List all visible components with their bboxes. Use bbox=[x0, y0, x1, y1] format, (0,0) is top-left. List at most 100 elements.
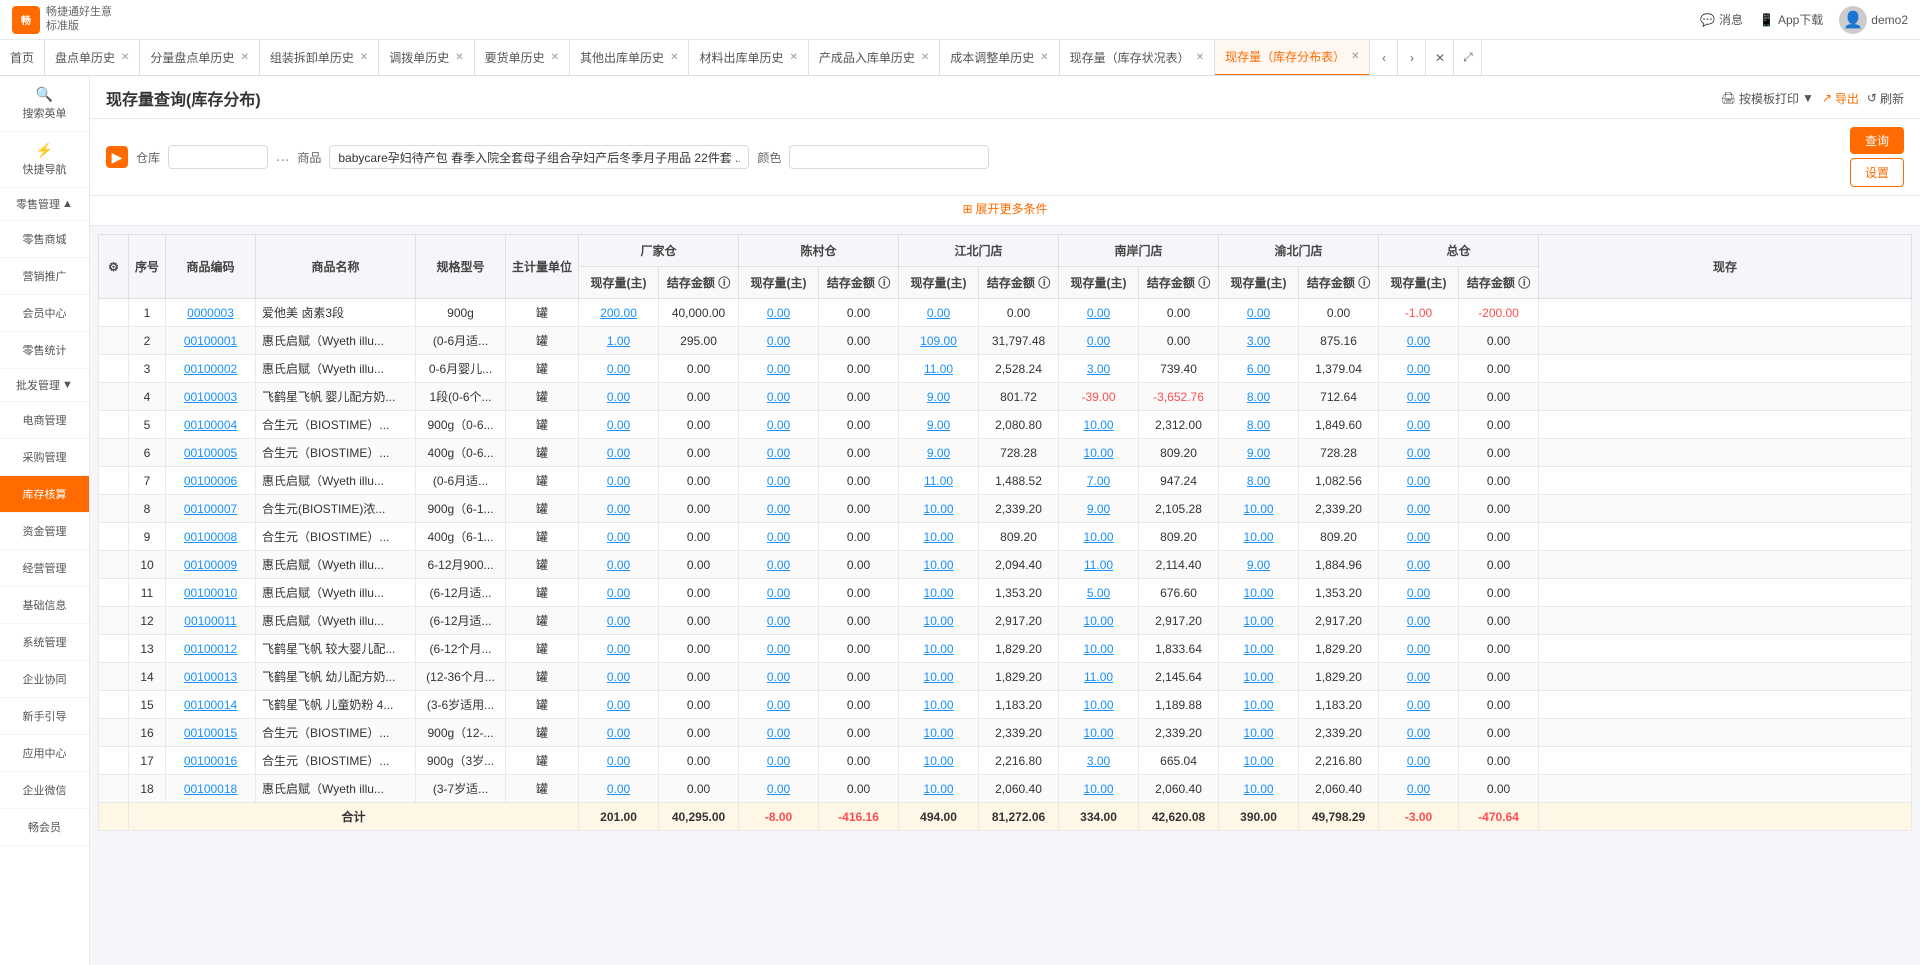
sidebar-item-shop[interactable]: 零售商城 bbox=[0, 221, 89, 258]
tab-7-close[interactable]: ✕ bbox=[789, 52, 797, 63]
sidebar-item-ecommerce[interactable]: 电商管理 bbox=[0, 402, 89, 439]
cell-cc-cun[interactable]: 0.00 bbox=[739, 495, 819, 523]
cell-z-cun[interactable]: 0.00 bbox=[1379, 467, 1459, 495]
tab-expand-btn[interactable]: ⤢ bbox=[1454, 40, 1482, 76]
cell-cc-cun[interactable]: 0.00 bbox=[739, 523, 819, 551]
cell-z-cun[interactable]: 0.00 bbox=[1379, 495, 1459, 523]
tab-9-close[interactable]: ✕ bbox=[1040, 52, 1048, 63]
cell-yb-cun[interactable]: 10.00 bbox=[1219, 719, 1299, 747]
tab-9[interactable]: 成本调整单历史 ✕ bbox=[940, 40, 1059, 76]
sidebar-item-collab[interactable]: 企业协同 bbox=[0, 661, 89, 698]
tab-5-close[interactable]: ✕ bbox=[551, 52, 559, 63]
cell-jb-cun[interactable]: 10.00 bbox=[899, 775, 979, 803]
sidebar-item-finance[interactable]: 资金管理 bbox=[0, 513, 89, 550]
cell-cf-cun[interactable]: 0.00 bbox=[579, 355, 659, 383]
cell-cf-cun[interactable]: 0.00 bbox=[579, 439, 659, 467]
print-btn[interactable]: 🖨 按模板打印 ▼ bbox=[1721, 90, 1814, 107]
cell-z-cun[interactable]: 0.00 bbox=[1379, 635, 1459, 663]
sidebar-item-system[interactable]: 系统管理 bbox=[0, 624, 89, 661]
cell-cc-cun[interactable]: 0.00 bbox=[739, 607, 819, 635]
sidebar-item-operations[interactable]: 经营管理 bbox=[0, 550, 89, 587]
cell-yb-cun[interactable]: 0.00 bbox=[1219, 299, 1299, 327]
tab-2-close[interactable]: ✕ bbox=[240, 52, 248, 63]
tab-1-close[interactable]: ✕ bbox=[121, 52, 129, 63]
cell-cf-cun[interactable]: 0.00 bbox=[579, 775, 659, 803]
cell-na-cun[interactable]: 10.00 bbox=[1059, 719, 1139, 747]
cell-cc-cun[interactable]: 0.00 bbox=[739, 635, 819, 663]
cell-jb-cun[interactable]: 10.00 bbox=[899, 719, 979, 747]
cell-jb-cun[interactable]: 109.00 bbox=[899, 327, 979, 355]
tab-11[interactable]: 现存量（库存分布表） ✕ bbox=[1215, 40, 1370, 76]
cell-jb-cun[interactable]: 10.00 bbox=[899, 747, 979, 775]
cell-cf-cun[interactable]: 0.00 bbox=[579, 411, 659, 439]
cell-na-cun[interactable]: 10.00 bbox=[1059, 635, 1139, 663]
cell-na-cun[interactable]: 7.00 bbox=[1059, 467, 1139, 495]
cell-cf-cun[interactable]: 0.00 bbox=[579, 523, 659, 551]
cell-jb-cun[interactable]: 10.00 bbox=[899, 551, 979, 579]
cell-na-cun[interactable]: 10.00 bbox=[1059, 775, 1139, 803]
cell-code[interactable]: 00100015 bbox=[166, 719, 256, 747]
cell-yb-cun[interactable]: 3.00 bbox=[1219, 327, 1299, 355]
message-btn[interactable]: 💬 消息 bbox=[1700, 11, 1743, 28]
cell-na-cun[interactable]: 10.00 bbox=[1059, 691, 1139, 719]
cell-na-cun[interactable]: 3.00 bbox=[1059, 355, 1139, 383]
cell-cc-cun[interactable]: 0.00 bbox=[739, 299, 819, 327]
cell-cf-cun[interactable]: 0.00 bbox=[579, 635, 659, 663]
cell-jb-cun[interactable]: 11.00 bbox=[899, 355, 979, 383]
sidebar-item-member[interactable]: 会员中心 bbox=[0, 295, 89, 332]
cell-yb-cun[interactable]: 10.00 bbox=[1219, 635, 1299, 663]
cell-code[interactable]: 00100012 bbox=[166, 635, 256, 663]
cell-z-cun[interactable]: 0.00 bbox=[1379, 383, 1459, 411]
cell-cf-cun[interactable]: 0.00 bbox=[579, 607, 659, 635]
tab-next-btn[interactable]: › bbox=[1398, 40, 1426, 76]
sidebar-item-inventory[interactable]: 库存核算 bbox=[0, 476, 89, 513]
tab-3[interactable]: 组装拆卸单历史 ✕ bbox=[260, 40, 379, 76]
tab-4-close[interactable]: ✕ bbox=[455, 52, 463, 63]
expand-conditions-btn[interactable]: ⊞ 展开更多条件 bbox=[962, 200, 1047, 217]
cell-na-cun[interactable]: 11.00 bbox=[1059, 663, 1139, 691]
cell-z-cun[interactable]: 0.00 bbox=[1379, 355, 1459, 383]
cell-cc-cun[interactable]: 0.00 bbox=[739, 467, 819, 495]
cell-cc-cun[interactable]: 0.00 bbox=[739, 551, 819, 579]
cell-cf-cun[interactable]: 0.00 bbox=[579, 383, 659, 411]
sidebar-item-guide[interactable]: 新手引导 bbox=[0, 698, 89, 735]
cell-z-cun[interactable]: 0.00 bbox=[1379, 551, 1459, 579]
cell-z-cun[interactable]: 0.00 bbox=[1379, 607, 1459, 635]
cell-jb-cun[interactable]: 11.00 bbox=[899, 467, 979, 495]
tab-7[interactable]: 材料出库单历史 ✕ bbox=[689, 40, 808, 76]
cell-jb-cun[interactable]: 10.00 bbox=[899, 635, 979, 663]
cell-jb-cun[interactable]: 10.00 bbox=[899, 691, 979, 719]
tab-6[interactable]: 其他出库单历史 ✕ bbox=[570, 40, 689, 76]
cell-cc-cun[interactable]: 0.00 bbox=[739, 775, 819, 803]
cell-cf-cun[interactable]: 0.00 bbox=[579, 663, 659, 691]
cell-yb-cun[interactable]: 10.00 bbox=[1219, 523, 1299, 551]
cell-cf-cun[interactable]: 0.00 bbox=[579, 691, 659, 719]
cell-na-cun[interactable]: 11.00 bbox=[1059, 551, 1139, 579]
sidebar-item-wechat[interactable]: 企业微信 bbox=[0, 772, 89, 809]
tab-3-close[interactable]: ✕ bbox=[360, 52, 368, 63]
cell-code[interactable]: 00100009 bbox=[166, 551, 256, 579]
sidebar-item-retail-stats[interactable]: 零售统计 bbox=[0, 332, 89, 369]
cell-code[interactable]: 00100008 bbox=[166, 523, 256, 551]
cell-code[interactable]: 0000003 bbox=[166, 299, 256, 327]
cell-cc-cun[interactable]: 0.00 bbox=[739, 411, 819, 439]
cell-na-cun[interactable]: 3.00 bbox=[1059, 747, 1139, 775]
cell-code[interactable]: 00100004 bbox=[166, 411, 256, 439]
cell-jb-cun[interactable]: 9.00 bbox=[899, 439, 979, 467]
cell-na-cun[interactable]: 10.00 bbox=[1059, 439, 1139, 467]
warehouse-input[interactable] bbox=[168, 145, 268, 169]
cell-z-cun[interactable]: 0.00 bbox=[1379, 747, 1459, 775]
cell-cf-cun[interactable]: 0.00 bbox=[579, 551, 659, 579]
cell-jb-cun[interactable]: 10.00 bbox=[899, 579, 979, 607]
sidebar-item-purchase[interactable]: 采购管理 bbox=[0, 439, 89, 476]
app-download-btn[interactable]: 📱 App下载 bbox=[1759, 11, 1823, 28]
tab-2[interactable]: 分量盘点单历史 ✕ bbox=[140, 40, 259, 76]
cell-na-cun[interactable]: 10.00 bbox=[1059, 607, 1139, 635]
cell-z-cun[interactable]: 0.00 bbox=[1379, 327, 1459, 355]
cell-code[interactable]: 00100016 bbox=[166, 747, 256, 775]
cell-yb-cun[interactable]: 10.00 bbox=[1219, 663, 1299, 691]
sidebar-item-retail[interactable]: 零售管理 ▲ bbox=[0, 188, 89, 221]
cell-z-cun[interactable]: 0.00 bbox=[1379, 663, 1459, 691]
tab-10[interactable]: 现存量（库存状况表） ✕ bbox=[1060, 40, 1215, 76]
cell-code[interactable]: 00100011 bbox=[166, 607, 256, 635]
